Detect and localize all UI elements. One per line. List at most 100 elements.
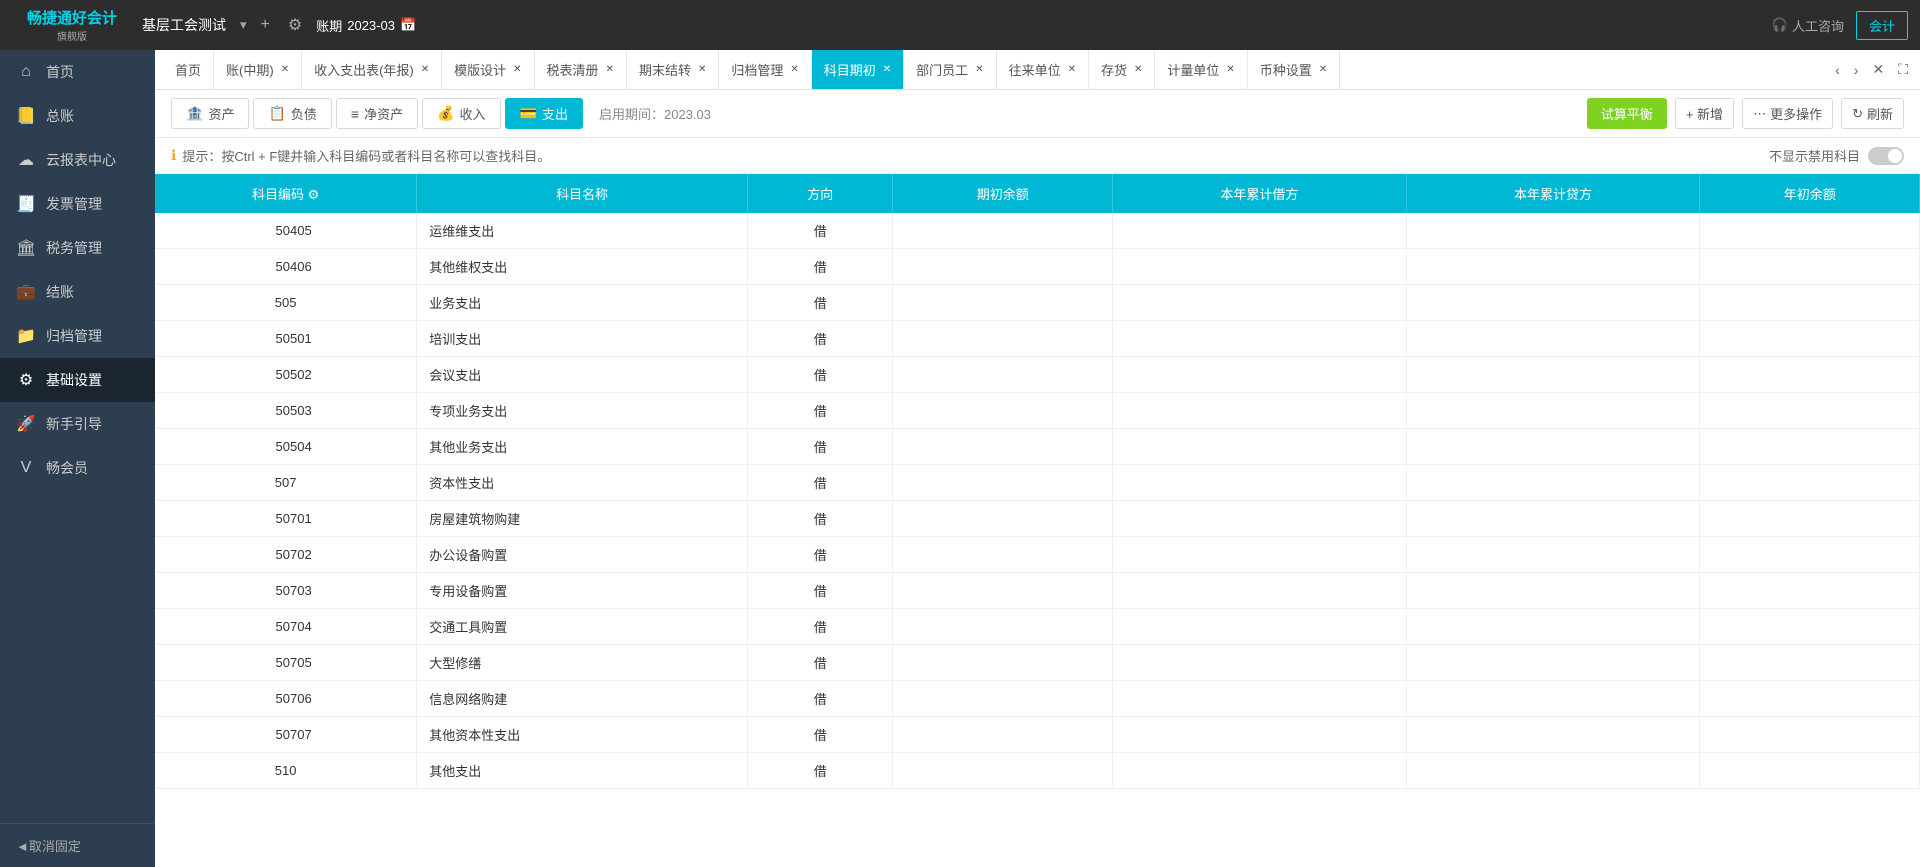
- tab-往来单位[interactable]: 往来单位✕: [997, 50, 1089, 90]
- cell-opening: [893, 501, 1113, 537]
- filter-tab-净资产[interactable]: ≡净资产: [336, 98, 418, 129]
- table-row[interactable]: 50707 其他资本性支出 借: [155, 717, 1920, 753]
- sidebar-item-归档管理[interactable]: 📁归档管理: [0, 314, 155, 358]
- tab-close-icon[interactable]: ✕: [1068, 64, 1076, 75]
- tabs-container: 首页账(中期)✕收入支出表(年报)✕模版设计✕税表清册✕期末结转✕归档管理✕科目…: [163, 50, 1340, 90]
- tab-科目期初[interactable]: 科目期初✕: [812, 50, 904, 90]
- sidebar-item-发票管理[interactable]: 🧾发票管理: [0, 182, 155, 226]
- cell-year-opening: [1700, 357, 1920, 393]
- cell-opening: [893, 753, 1113, 789]
- col-ytd-debit: 本年累计借方: [1112, 174, 1406, 213]
- table-row[interactable]: 505 业务支出 借: [155, 285, 1920, 321]
- filter-tab-负债[interactable]: 📋负债: [253, 98, 331, 129]
- table-row[interactable]: 50501 培训支出 借: [155, 321, 1920, 357]
- tab-计量单位[interactable]: 计量单位✕: [1155, 50, 1247, 90]
- table-row[interactable]: 50504 其他业务支出 借: [155, 429, 1920, 465]
- sidebar-item-税务管理[interactable]: 🏛税务管理: [0, 226, 155, 270]
- tab-label: 期末结转: [639, 60, 691, 79]
- sidebar-item-总账[interactable]: 📒总账: [0, 94, 155, 138]
- filter-tab-支出[interactable]: 💳支出: [505, 98, 583, 129]
- tab-close-icon[interactable]: ✕: [1319, 64, 1327, 75]
- cell-name: 专用设备购置: [417, 573, 748, 609]
- sidebar-label-发票管理: 发票管理: [46, 194, 102, 214]
- cell-opening: [893, 213, 1113, 249]
- tab-close-icon[interactable]: ✕: [1134, 64, 1142, 75]
- tab-scroll-right[interactable]: ›: [1850, 58, 1863, 82]
- sidebar-item-基础设置[interactable]: ⚙基础设置: [0, 358, 155, 402]
- cell-ytd-credit: [1406, 465, 1700, 501]
- sidebar-item-首页[interactable]: ⌂首页: [0, 50, 155, 94]
- toggle-switch[interactable]: [1868, 147, 1904, 165]
- table-row[interactable]: 50405 运维维支出 借: [155, 213, 1920, 249]
- table-row[interactable]: 510 其他支出 借: [155, 753, 1920, 789]
- table-row[interactable]: 50703 专用设备购置 借: [155, 573, 1920, 609]
- cell-code: 50702: [155, 537, 417, 573]
- filter-tab-收入[interactable]: 💰收入: [422, 98, 500, 129]
- table-row[interactable]: 50701 房屋建筑物购建 借: [155, 501, 1920, 537]
- tab-模版设计[interactable]: 模版设计✕: [442, 50, 534, 90]
- cell-ytd-debit: [1112, 753, 1406, 789]
- tab-部门员工[interactable]: 部门员工✕: [904, 50, 996, 90]
- project-dropdown-icon[interactable]: ▾: [240, 17, 247, 33]
- tab-scroll-left[interactable]: ‹: [1831, 58, 1844, 82]
- tab-期末结转[interactable]: 期末结转 ✕: [627, 50, 719, 90]
- table-row[interactable]: 50704 交通工具购置 借: [155, 609, 1920, 645]
- add-button[interactable]: + 新增: [1675, 98, 1734, 129]
- cell-ytd-credit: [1406, 573, 1700, 609]
- cell-opening: [893, 249, 1113, 285]
- close-all-tabs[interactable]: ✕: [1868, 57, 1888, 82]
- cell-year-opening: [1700, 321, 1920, 357]
- tab-close-icon[interactable]: ✕: [1226, 64, 1234, 75]
- table-row[interactable]: 50706 信息网络购建 借: [155, 681, 1920, 717]
- sidebar-collapse[interactable]: ◄取消固定: [0, 823, 155, 867]
- cell-direction: 借: [747, 753, 892, 789]
- sidebar-icon-总账: 📒: [16, 106, 36, 126]
- tab-close-icon[interactable]: ✕: [883, 64, 891, 75]
- tab-close-icon[interactable]: ✕: [606, 64, 614, 75]
- gear-icon[interactable]: ⚙: [308, 187, 320, 202]
- tab-close-icon[interactable]: ✕: [281, 64, 289, 75]
- table-row[interactable]: 50502 会议支出 借: [155, 357, 1920, 393]
- layout: ⌂首页📒总账☁云报表中心🧾发票管理🏛税务管理💼结账📁归档管理⚙基础设置🚀新手引导…: [0, 50, 1920, 867]
- table-row[interactable]: 507 资本性支出 借: [155, 465, 1920, 501]
- tab-归档管理[interactable]: 归档管理✕: [719, 50, 811, 90]
- settings-icon[interactable]: ⚙: [284, 11, 306, 39]
- add-tab-button[interactable]: +: [257, 12, 274, 38]
- filter-tab-资产[interactable]: 🏦资产: [171, 98, 249, 129]
- account-button[interactable]: 会计: [1856, 11, 1908, 40]
- sidebar-item-畅会员[interactable]: V畅会员: [0, 446, 155, 490]
- tab-存货[interactable]: 存货✕: [1089, 50, 1155, 90]
- table-row[interactable]: 50406 其他维权支出 借: [155, 249, 1920, 285]
- calendar-icon[interactable]: 📅: [400, 17, 416, 33]
- sidebar-icon-基础设置: ⚙: [16, 370, 36, 390]
- table-row[interactable]: 50705 大型修缮 借: [155, 645, 1920, 681]
- filter-tab-icon: 💰: [437, 105, 454, 122]
- filter-tab-label: 净资产: [364, 104, 403, 123]
- tab-close-icon[interactable]: ✕: [790, 64, 798, 75]
- expand-button[interactable]: ⛶: [1894, 57, 1912, 82]
- trial-balance-button[interactable]: 试算平衡: [1587, 98, 1667, 129]
- cell-name: 会议支出: [417, 357, 748, 393]
- sidebar-icon-云报表中心: ☁: [16, 150, 36, 170]
- tab-close-icon[interactable]: ✕: [698, 64, 706, 75]
- more-button[interactable]: ⋯ 更多操作: [1742, 98, 1833, 129]
- table-row[interactable]: 50702 办公设备购置 借: [155, 537, 1920, 573]
- sidebar-item-新手引导[interactable]: 🚀新手引导: [0, 402, 155, 446]
- tab-收入支出表(年报)[interactable]: 收入支出表(年报)✕: [302, 50, 442, 90]
- cell-ytd-debit: [1112, 465, 1406, 501]
- cell-opening: [893, 681, 1113, 717]
- tab-close-icon[interactable]: ✕: [975, 64, 983, 75]
- tab-账(中期)[interactable]: 账(中期)✕: [214, 50, 302, 90]
- tab-币种设置[interactable]: 币种设置✕: [1248, 50, 1340, 90]
- refresh-button[interactable]: ↻ 刷新: [1841, 98, 1904, 129]
- tab-close-icon[interactable]: ✕: [421, 64, 429, 75]
- sidebar-item-结账[interactable]: 💼结账: [0, 270, 155, 314]
- cell-ytd-debit: [1112, 501, 1406, 537]
- customer-service[interactable]: 🎧 人工咨询: [1772, 16, 1844, 35]
- tab-首页[interactable]: 首页: [163, 50, 214, 90]
- tab-close-icon[interactable]: ✕: [513, 64, 521, 75]
- cell-code: 505: [155, 285, 417, 321]
- table-row[interactable]: 50503 专项业务支出 借: [155, 393, 1920, 429]
- tab-税表清册[interactable]: 税表清册✕: [535, 50, 627, 90]
- sidebar-item-云报表中心[interactable]: ☁云报表中心: [0, 138, 155, 182]
